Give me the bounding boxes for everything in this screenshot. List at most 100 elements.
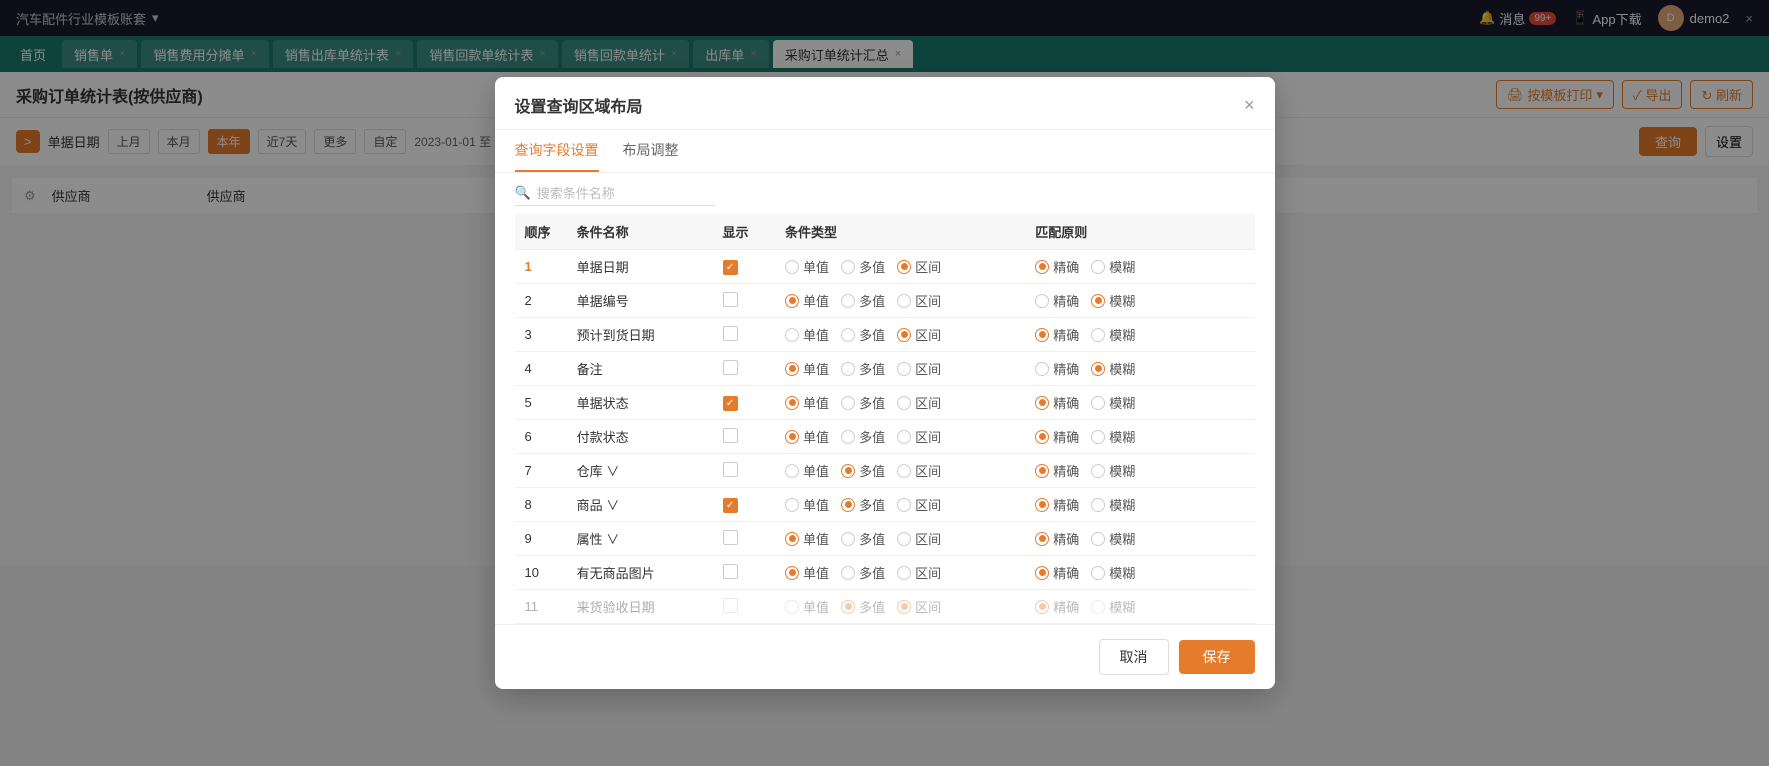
type-radio-range[interactable]: 区间 bbox=[897, 325, 941, 344]
save-button[interactable]: 保存 bbox=[1179, 640, 1255, 674]
match-radio-fuzzy[interactable]: 模糊 bbox=[1091, 495, 1135, 514]
type-radio-multi[interactable]: 多值 bbox=[841, 529, 885, 548]
type-radio-multi[interactable]: 多值 bbox=[841, 597, 885, 616]
type-radio-range[interactable]: 区间 bbox=[897, 257, 941, 276]
type-radio-single[interactable]: 单值 bbox=[785, 427, 829, 446]
match-radio-fuzzy[interactable]: 模糊 bbox=[1091, 427, 1135, 446]
show-checkbox[interactable] bbox=[723, 598, 738, 613]
show-checkbox[interactable] bbox=[723, 498, 738, 513]
radio-dot-range bbox=[897, 532, 911, 546]
radio-dot-single bbox=[785, 600, 799, 614]
match-dot-precise bbox=[1035, 430, 1049, 444]
table-row: 2单据编号单值多值区间精确模糊 bbox=[515, 284, 1255, 318]
type-radio-single[interactable]: 单值 bbox=[785, 359, 829, 378]
match-dot-precise bbox=[1035, 396, 1049, 410]
type-radio-range[interactable]: 区间 bbox=[897, 563, 941, 582]
type-radio-range[interactable]: 区间 bbox=[897, 393, 941, 412]
radio-label-range: 区间 bbox=[915, 257, 941, 276]
type-radio-range[interactable]: 区间 bbox=[897, 495, 941, 514]
cell-show[interactable] bbox=[713, 590, 776, 624]
modal-tab-query-fields[interactable]: 查询字段设置 bbox=[515, 130, 599, 172]
cell-show[interactable] bbox=[713, 420, 776, 454]
type-radio-single[interactable]: 单值 bbox=[785, 563, 829, 582]
type-radio-multi[interactable]: 多值 bbox=[841, 257, 885, 276]
cancel-button[interactable]: 取消 bbox=[1099, 639, 1169, 675]
cell-show[interactable] bbox=[713, 352, 776, 386]
match-radio-precise[interactable]: 精确 bbox=[1035, 529, 1079, 548]
type-radio-single[interactable]: 单值 bbox=[785, 495, 829, 514]
show-checkbox[interactable] bbox=[723, 530, 738, 545]
match-radio-fuzzy[interactable]: 模糊 bbox=[1091, 563, 1135, 582]
type-radio-multi[interactable]: 多值 bbox=[841, 427, 885, 446]
cell-show[interactable] bbox=[713, 318, 776, 352]
match-dot-precise bbox=[1035, 532, 1049, 546]
match-radio-fuzzy[interactable]: 模糊 bbox=[1091, 529, 1135, 548]
cell-show[interactable] bbox=[713, 556, 776, 590]
match-radio-precise[interactable]: 精确 bbox=[1035, 461, 1079, 480]
modal-close-button[interactable]: × bbox=[1244, 95, 1255, 116]
show-checkbox[interactable] bbox=[723, 360, 738, 375]
match-radio-precise[interactable]: 精确 bbox=[1035, 291, 1079, 310]
type-radio-range[interactable]: 区间 bbox=[897, 597, 941, 616]
match-radio-fuzzy[interactable]: 模糊 bbox=[1091, 597, 1135, 616]
type-radio-range[interactable]: 区间 bbox=[897, 529, 941, 548]
match-label-fuzzy: 模糊 bbox=[1109, 393, 1135, 412]
type-radio-range[interactable]: 区间 bbox=[897, 461, 941, 480]
cell-show[interactable] bbox=[713, 250, 776, 284]
type-radio-multi[interactable]: 多值 bbox=[841, 563, 885, 582]
match-radio-fuzzy[interactable]: 模糊 bbox=[1091, 325, 1135, 344]
show-checkbox[interactable] bbox=[723, 326, 738, 341]
type-radio-range[interactable]: 区间 bbox=[897, 291, 941, 310]
match-radio-fuzzy[interactable]: 模糊 bbox=[1091, 291, 1135, 310]
match-radio-precise[interactable]: 精确 bbox=[1035, 257, 1079, 276]
show-checkbox[interactable] bbox=[723, 462, 738, 477]
cell-order: 10 bbox=[515, 556, 567, 590]
type-radio-single[interactable]: 单值 bbox=[785, 325, 829, 344]
cell-show[interactable] bbox=[713, 284, 776, 318]
type-radio-multi[interactable]: 多值 bbox=[841, 359, 885, 378]
show-checkbox[interactable] bbox=[723, 564, 738, 579]
cell-show[interactable] bbox=[713, 488, 776, 522]
match-radio-precise[interactable]: 精确 bbox=[1035, 427, 1079, 446]
type-radio-single[interactable]: 单值 bbox=[785, 461, 829, 480]
type-radio-multi[interactable]: 多值 bbox=[841, 291, 885, 310]
type-radio-multi[interactable]: 多值 bbox=[841, 325, 885, 344]
show-checkbox[interactable] bbox=[723, 292, 738, 307]
type-radio-range[interactable]: 区间 bbox=[897, 427, 941, 446]
modal-tab-layout[interactable]: 布局调整 bbox=[623, 130, 679, 172]
match-label-precise: 精确 bbox=[1053, 597, 1079, 616]
cell-match: 精确模糊 bbox=[1025, 250, 1254, 284]
radio-label-single: 单值 bbox=[803, 325, 829, 344]
th-show: 显示 bbox=[713, 214, 776, 250]
match-radio-fuzzy[interactable]: 模糊 bbox=[1091, 461, 1135, 480]
type-radio-single[interactable]: 单值 bbox=[785, 393, 829, 412]
match-radio-fuzzy[interactable]: 模糊 bbox=[1091, 257, 1135, 276]
show-checkbox[interactable] bbox=[723, 396, 738, 411]
modal-table: 顺序 条件名称 显示 条件类型 匹配原则 1单据日期单值多值区间精确模糊2单据编… bbox=[515, 214, 1255, 624]
match-radio-precise[interactable]: 精确 bbox=[1035, 597, 1079, 616]
type-radio-single[interactable]: 单值 bbox=[785, 257, 829, 276]
type-radio-multi[interactable]: 多值 bbox=[841, 393, 885, 412]
match-radio-precise[interactable]: 精确 bbox=[1035, 495, 1079, 514]
match-radio-precise[interactable]: 精确 bbox=[1035, 563, 1079, 582]
cell-show[interactable] bbox=[713, 522, 776, 556]
type-radio-multi[interactable]: 多值 bbox=[841, 461, 885, 480]
match-radio-precise[interactable]: 精确 bbox=[1035, 359, 1079, 378]
match-radio-fuzzy[interactable]: 模糊 bbox=[1091, 359, 1135, 378]
show-checkbox[interactable] bbox=[723, 260, 738, 275]
search-input[interactable] bbox=[537, 186, 697, 201]
cell-show[interactable] bbox=[713, 386, 776, 420]
radio-dot-single bbox=[785, 430, 799, 444]
type-radio-single[interactable]: 单值 bbox=[785, 529, 829, 548]
match-radio-fuzzy[interactable]: 模糊 bbox=[1091, 393, 1135, 412]
match-radio-precise[interactable]: 精确 bbox=[1035, 325, 1079, 344]
match-radio-precise[interactable]: 精确 bbox=[1035, 393, 1079, 412]
match-dot-fuzzy bbox=[1091, 362, 1105, 376]
type-radio-single[interactable]: 单值 bbox=[785, 291, 829, 310]
type-radio-single[interactable]: 单值 bbox=[785, 597, 829, 616]
show-checkbox[interactable] bbox=[723, 428, 738, 443]
type-radio-multi[interactable]: 多值 bbox=[841, 495, 885, 514]
cell-show[interactable] bbox=[713, 454, 776, 488]
type-radio-range[interactable]: 区间 bbox=[897, 359, 941, 378]
match-dot-fuzzy bbox=[1091, 532, 1105, 546]
